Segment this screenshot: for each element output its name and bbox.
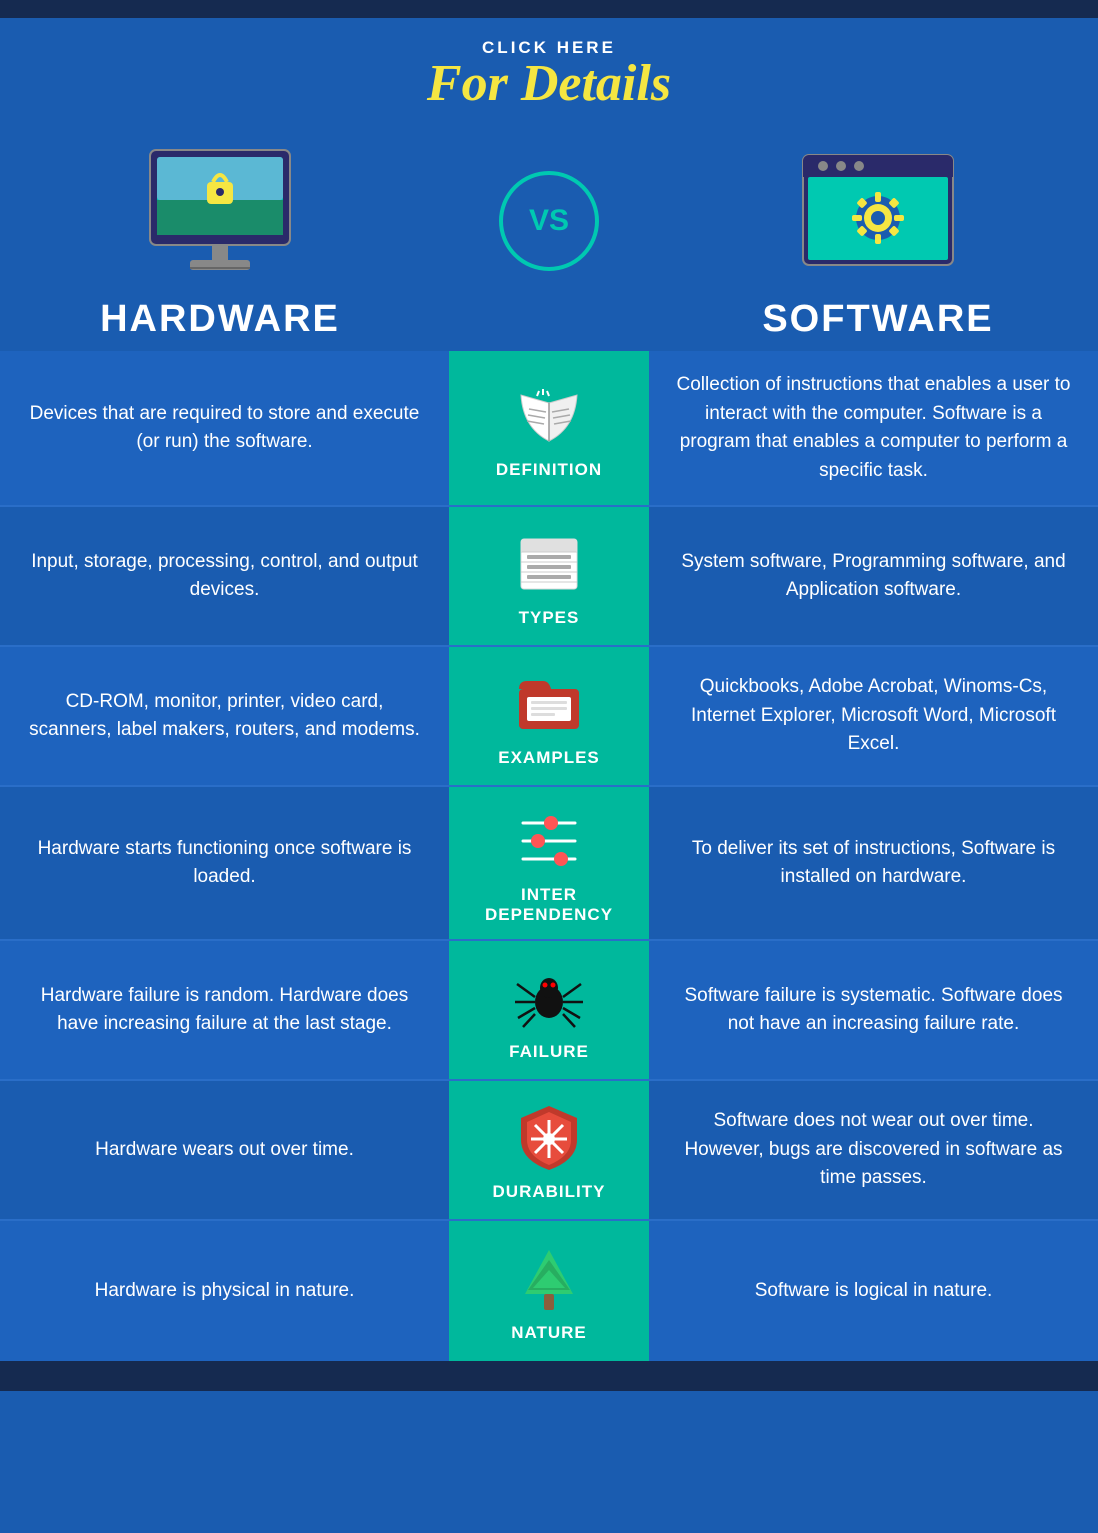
failure-label: FAILURE bbox=[509, 1042, 589, 1062]
interdependency-label: INTER DEPENDENCY bbox=[485, 885, 613, 925]
sw-interdependency: To deliver its set of instructions, Soft… bbox=[649, 787, 1098, 939]
sw-nature: Software is logical in nature. bbox=[649, 1221, 1098, 1361]
comparison-table: Devices that are required to store and e… bbox=[0, 351, 1098, 1361]
hardware-label: HARDWARE bbox=[100, 298, 340, 341]
bottom-bar bbox=[0, 1361, 1098, 1391]
hw-examples: CD-ROM, monitor, printer, video card, sc… bbox=[0, 647, 449, 785]
software-label: SOFTWARE bbox=[762, 298, 993, 341]
center-nature: NATURE bbox=[449, 1221, 649, 1361]
row-examples: CD-ROM, monitor, printer, video card, sc… bbox=[0, 647, 1098, 787]
header: CLICK HERE For Details bbox=[0, 18, 1098, 351]
nature-icon bbox=[509, 1243, 589, 1313]
center-examples: EXAMPLES bbox=[449, 647, 649, 785]
row-interdependency: Hardware starts functioning once softwar… bbox=[0, 787, 1098, 941]
hw-durability: Hardware wears out over time. bbox=[0, 1081, 449, 1219]
failure-icon bbox=[509, 962, 589, 1032]
hardware-header-col: HARDWARE bbox=[30, 140, 410, 341]
top-bar bbox=[0, 0, 1098, 18]
examples-label: EXAMPLES bbox=[498, 748, 600, 768]
row-durability: Hardware wears out over time. DURABILITY… bbox=[0, 1081, 1098, 1221]
vs-text: VS bbox=[529, 204, 569, 238]
sw-examples: Quickbooks, Adobe Acrobat, Winoms-Cs, In… bbox=[649, 647, 1098, 785]
types-label: TYPES bbox=[519, 608, 580, 628]
center-interdependency: INTER DEPENDENCY bbox=[449, 787, 649, 939]
center-failure: FAILURE bbox=[449, 941, 649, 1079]
row-failure: Hardware failure is random. Hardware doe… bbox=[0, 941, 1098, 1081]
row-definition: Devices that are required to store and e… bbox=[0, 351, 1098, 507]
center-definition: DEFINITION bbox=[449, 351, 649, 505]
definition-icon bbox=[509, 380, 589, 450]
sw-durability: Software does not wear out over time. Ho… bbox=[649, 1081, 1098, 1219]
row-nature: Hardware is physical in nature. NATURE S… bbox=[0, 1221, 1098, 1361]
hw-nature: Hardware is physical in nature. bbox=[0, 1221, 449, 1361]
software-header-col: SOFTWARE bbox=[688, 140, 1068, 341]
sw-failure: Software failure is systematic. Software… bbox=[649, 941, 1098, 1079]
software-icon bbox=[793, 140, 963, 290]
durability-label: DURABILITY bbox=[493, 1182, 606, 1202]
center-durability: DURABILITY bbox=[449, 1081, 649, 1219]
examples-icon bbox=[509, 668, 589, 738]
hw-definition: Devices that are required to store and e… bbox=[0, 351, 449, 505]
nature-label: NATURE bbox=[511, 1323, 587, 1343]
hw-types: Input, storage, processing, control, and… bbox=[0, 507, 449, 645]
durability-icon bbox=[509, 1102, 589, 1172]
center-types: TYPES bbox=[449, 507, 649, 645]
monitor-icon bbox=[135, 140, 305, 290]
sw-types: System software, Programming software, a… bbox=[649, 507, 1098, 645]
interdependency-icon bbox=[509, 805, 589, 875]
row-types: Input, storage, processing, control, and… bbox=[0, 507, 1098, 647]
definition-label: DEFINITION bbox=[496, 460, 602, 480]
hw-interdependency: Hardware starts functioning once softwar… bbox=[0, 787, 449, 939]
hw-failure: Hardware failure is random. Hardware doe… bbox=[0, 941, 449, 1079]
vs-circle: VS bbox=[499, 171, 599, 271]
types-icon bbox=[509, 528, 589, 598]
sw-definition: Collection of instructions that enables … bbox=[649, 351, 1098, 505]
for-details-text[interactable]: For Details bbox=[427, 58, 671, 110]
